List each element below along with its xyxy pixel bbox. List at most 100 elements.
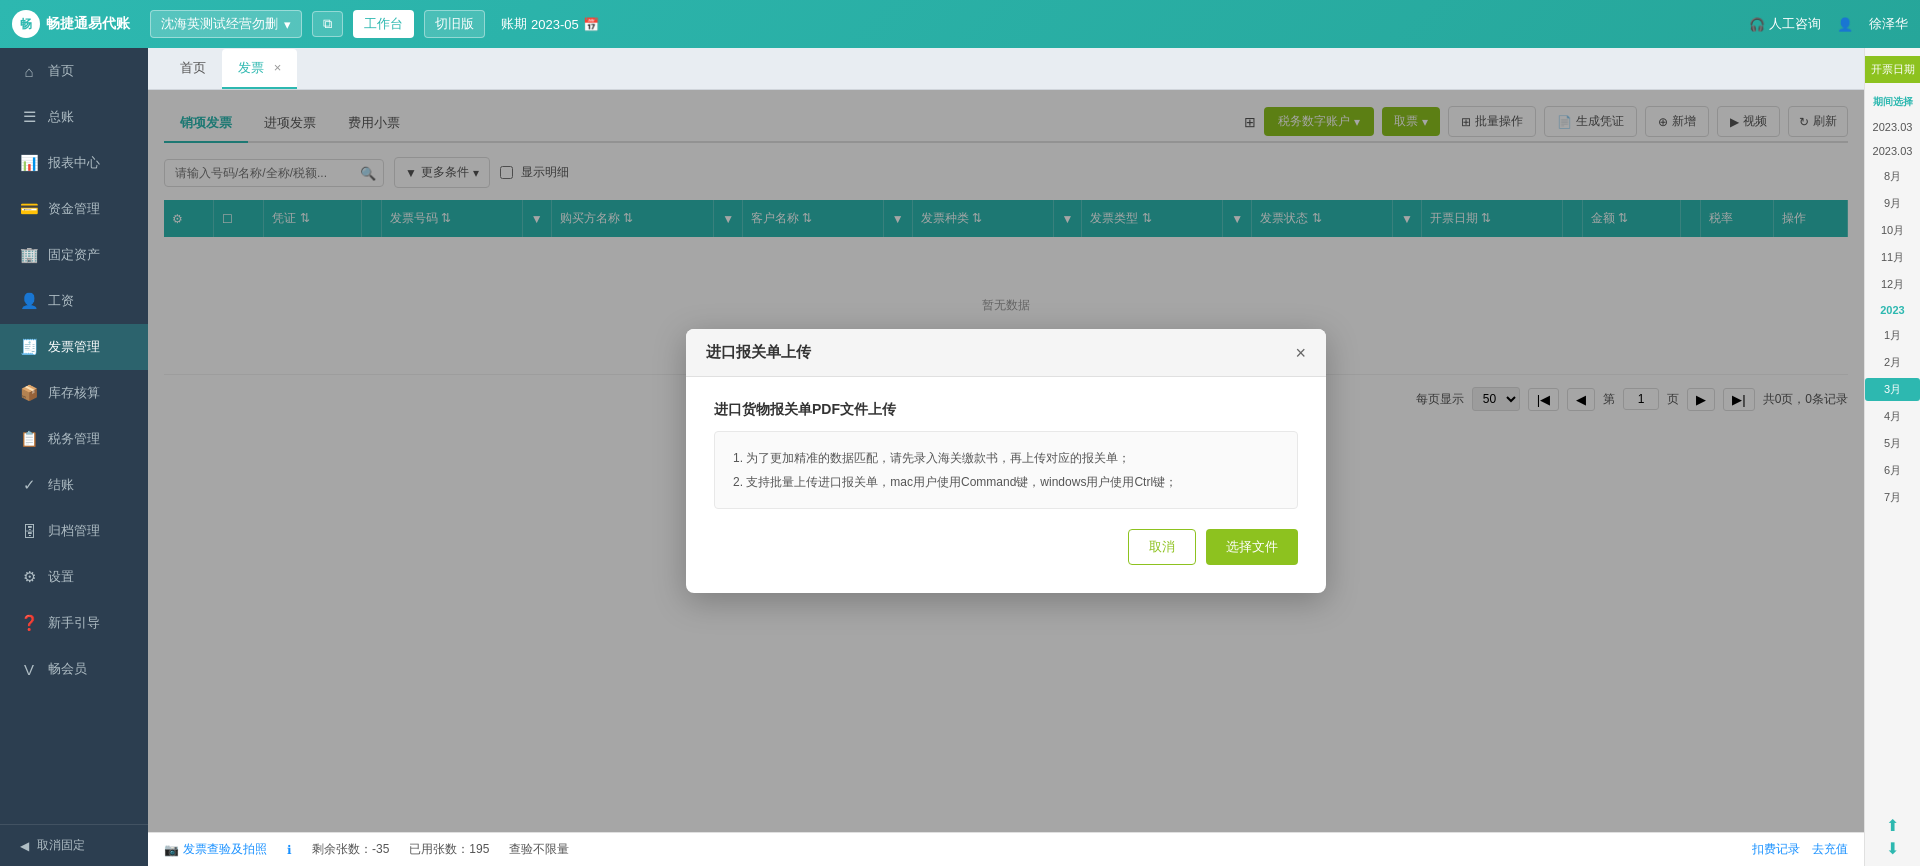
tab-invoice[interactable]: 发票 × (222, 49, 297, 89)
assets-icon: 🏢 (20, 246, 38, 264)
copy-button[interactable]: ⧉ (312, 11, 343, 37)
sidebar-item-guide[interactable]: ❓ 新手引导 (0, 600, 148, 646)
sidebar-item-label: 库存核算 (48, 384, 100, 402)
calendar-icon[interactable]: 📅 (583, 17, 599, 32)
sidebar-item-reports[interactable]: 📊 报表中心 (0, 140, 148, 186)
month-11[interactable]: 11月 (1865, 246, 1920, 269)
guide-icon: ❓ (20, 614, 38, 632)
sidebar-item-capital[interactable]: 💳 资金管理 (0, 186, 148, 232)
app-name: 畅捷通易代账 (46, 15, 130, 33)
sidebar-item-label: 总账 (48, 108, 74, 126)
month-2023-03-2[interactable]: 2023.03 (1865, 141, 1920, 161)
app-logo: 畅 畅捷通易代账 (12, 10, 130, 38)
month-4[interactable]: 4月 (1865, 405, 1920, 428)
dialog-info-item-2: 2. 支持批量上传进口报关单，mac用户使用Command键，windows用户… (733, 470, 1279, 494)
sidebar-item-settle[interactable]: ✓ 结账 (0, 462, 148, 508)
sidebar-item-label: 固定资产 (48, 246, 100, 264)
period-select-label: 期间选择 (1871, 91, 1915, 113)
sidebar-item-ledger[interactable]: ☰ 总账 (0, 94, 148, 140)
dialog-section-title: 进口货物报关单PDF文件上传 (714, 401, 1298, 419)
headset-icon: 🎧 (1749, 17, 1765, 32)
sidebar-item-invoice[interactable]: 🧾 发票管理 (0, 324, 148, 370)
switch-version-button[interactable]: 切旧版 (424, 10, 485, 38)
dialog-body: 进口货物报关单PDF文件上传 1. 为了更加精准的数据匹配，请先录入海关缴款书，… (686, 377, 1326, 593)
settings-icon: ⚙ (20, 568, 38, 586)
month-8[interactable]: 8月 (1865, 165, 1920, 188)
sidebar: ⌂ 首页 ☰ 总账 📊 报表中心 💳 资金管理 🏢 固定资产 👤 工资 🧾 发票… (0, 48, 148, 866)
fee-record-link[interactable]: 扣费记录 (1752, 841, 1800, 858)
main-content: 首页 发票 × 销项发票 进项发票 费用小票 ⊞ (148, 48, 1864, 866)
workspace-button[interactable]: 工作台 (353, 10, 414, 38)
user-avatar[interactable]: 👤 (1837, 17, 1853, 32)
archive-icon: 🗄 (20, 523, 38, 540)
expand-down-icon[interactable]: ⬇ (1886, 839, 1899, 858)
dialog-info-item-1: 1. 为了更加精准的数据匹配，请先录入海关缴款书，再上传对应的报关单； (733, 446, 1279, 470)
modal-overlay: 进口报关单上传 × 进口货物报关单PDF文件上传 1. 为了更加精准的数据匹配，… (148, 90, 1864, 832)
sidebar-item-home[interactable]: ⌂ 首页 (0, 48, 148, 94)
bottom-bar: 📷 发票查验及拍照 ℹ 剩余张数：-35 已用张数：195 查验不限量 扣费记录… (148, 832, 1864, 866)
support-button[interactable]: 🎧 人工咨询 (1749, 15, 1821, 33)
sidebar-item-tax[interactable]: 📋 税务管理 (0, 416, 148, 462)
salary-icon: 👤 (20, 292, 38, 310)
workspace-label: 工作台 (364, 15, 403, 33)
period-value: 2023-05 (531, 17, 579, 32)
copy-icon: ⧉ (323, 16, 332, 32)
ledger-icon: ☰ (20, 108, 38, 126)
content-area: 销项发票 进项发票 费用小票 ⊞ 税务数字账户 ▾ 取票 ▾ (148, 90, 1864, 832)
sidebar-item-assets[interactable]: 🏢 固定资产 (0, 232, 148, 278)
capital-icon: 💳 (20, 200, 38, 218)
bottom-bar-right: 扣费记录 去充值 (1752, 841, 1848, 858)
logo-icon: 畅 (12, 10, 40, 38)
switch-label: 切旧版 (435, 15, 474, 33)
dialog-cancel-button[interactable]: 取消 (1128, 529, 1196, 565)
sidebar-item-inventory[interactable]: 📦 库存核算 (0, 370, 148, 416)
invoice-icon: 🧾 (20, 338, 38, 356)
avatar-icon: 👤 (1837, 17, 1853, 32)
open-ticket-date-btn[interactable]: 开票日期 (1865, 56, 1920, 83)
dialog-select-file-button[interactable]: 选择文件 (1206, 529, 1298, 565)
sidebar-item-label: 工资 (48, 292, 74, 310)
tab-close-icon[interactable]: × (274, 60, 282, 75)
tab-home[interactable]: 首页 (164, 49, 222, 89)
tab-bar: 首页 发票 × (148, 48, 1864, 90)
inventory-icon: 📦 (20, 384, 38, 402)
year-2023[interactable]: 2023 (1865, 300, 1920, 320)
top-bar-right: 🎧 人工咨询 👤 徐泽华 (1749, 15, 1908, 33)
info-icon[interactable]: ℹ (287, 843, 292, 857)
month-2[interactable]: 2月 (1865, 351, 1920, 374)
chevron-down-icon: ▾ (284, 17, 291, 32)
month-2023-03-1[interactable]: 2023.03 (1865, 117, 1920, 137)
dialog-footer: 取消 选择文件 (714, 529, 1298, 573)
sidebar-item-label: 结账 (48, 476, 74, 494)
check-label[interactable]: 📷 发票查验及拍照 (164, 841, 267, 858)
settle-icon: ✓ (20, 476, 38, 494)
pin-icon: ◀ (20, 839, 29, 853)
query-limit-text: 查验不限量 (509, 841, 569, 858)
pin-toggle[interactable]: ◀ 取消固定 (0, 824, 148, 866)
dialog-close-button[interactable]: × (1295, 344, 1306, 362)
dialog-header: 进口报关单上传 × (686, 329, 1326, 377)
month-5[interactable]: 5月 (1865, 432, 1920, 455)
sidebar-item-label: 发票管理 (48, 338, 100, 356)
sidebar-item-archive[interactable]: 🗄 归档管理 (0, 508, 148, 554)
recharge-link[interactable]: 去充值 (1812, 841, 1848, 858)
sidebar-item-label: 归档管理 (48, 522, 100, 540)
remaining-text: 剩余张数：-35 (312, 841, 389, 858)
company-name: 沈海英测试经营勿删 (161, 15, 278, 33)
month-10[interactable]: 10月 (1865, 219, 1920, 242)
sidebar-item-settings[interactable]: ⚙ 设置 (0, 554, 148, 600)
sidebar-item-label: 税务管理 (48, 430, 100, 448)
month-3[interactable]: 3月 (1865, 378, 1920, 401)
month-9[interactable]: 9月 (1865, 192, 1920, 215)
collapse-up-icon[interactable]: ⬆ (1886, 816, 1899, 835)
sidebar-item-salary[interactable]: 👤 工资 (0, 278, 148, 324)
month-1[interactable]: 1月 (1865, 324, 1920, 347)
dialog-title: 进口报关单上传 (706, 343, 811, 362)
import-dialog: 进口报关单上传 × 进口货物报关单PDF文件上传 1. 为了更加精准的数据匹配，… (686, 329, 1326, 593)
month-12[interactable]: 12月 (1865, 273, 1920, 296)
month-6[interactable]: 6月 (1865, 459, 1920, 482)
company-selector[interactable]: 沈海英测试经营勿删 ▾ (150, 10, 302, 38)
tax-icon: 📋 (20, 430, 38, 448)
month-7[interactable]: 7月 (1865, 486, 1920, 509)
sidebar-item-vip[interactable]: V 畅会员 (0, 646, 148, 692)
